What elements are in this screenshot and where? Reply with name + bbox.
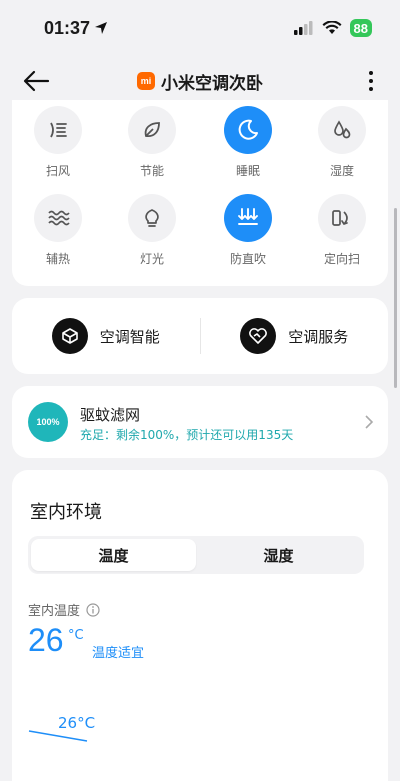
mode-light-button[interactable] — [128, 194, 176, 242]
ac-smart-label: 空调智能 — [99, 327, 160, 346]
services-card: 空调智能 空调服务 — [12, 298, 388, 374]
mode-light-label: 灯光 — [139, 252, 164, 266]
mode-card: 扫风 节能 睡眠 湿度 辅热 灯光 防直吹 定向扫 — [12, 100, 388, 286]
wifi-icon — [322, 21, 342, 34]
directional-swing-icon — [332, 210, 348, 226]
heat-waves-icon — [48, 210, 70, 226]
status-time: 01:37 — [44, 18, 108, 39]
indoor-temp-unit: °C — [68, 628, 84, 643]
indoor-temp-value: 26 — [28, 622, 64, 658]
mode-directional[interactable]: 定向扫 — [302, 194, 382, 267]
heart-handshake-icon — [240, 318, 277, 354]
temp-chart-line — [28, 730, 88, 742]
environment-card: 室内环境 温度 湿度 室内温度 26 °C 温度适宜 26°C — [12, 470, 388, 781]
battery-indicator: 88 — [349, 19, 372, 37]
environment-title: 室内环境 — [30, 502, 102, 523]
mode-humidity[interactable]: 湿度 — [302, 106, 382, 179]
location-arrow-icon — [95, 22, 108, 34]
filter-card[interactable]: 100% 驱蚊滤网 充足：剩余100%，预计还可以用135天 — [12, 386, 388, 458]
more-options-icon[interactable] — [366, 69, 376, 93]
back-arrow-icon[interactable] — [22, 69, 50, 93]
ac-service-label: 空调服务 — [288, 327, 349, 346]
droplets-icon — [334, 120, 351, 139]
battery-level: 88 — [353, 20, 368, 36]
tab-humidity[interactable]: 湿度 — [196, 539, 361, 571]
swing-icon — [50, 122, 67, 138]
mode-sleep-label: 睡眠 — [235, 164, 260, 178]
status-time-text: 01:37 — [44, 17, 91, 38]
status-bar: 01:37 88 — [0, 0, 400, 56]
filter-level-badge: 100% — [28, 402, 68, 442]
filter-status: 充足：剩余100%，预计还可以用135天 — [80, 428, 294, 442]
mode-humidity-label: 湿度 — [329, 164, 354, 178]
mode-eco-label: 节能 — [139, 164, 164, 178]
info-icon[interactable] — [86, 602, 100, 617]
cellular-signal-icon — [293, 21, 313, 35]
scrollbar[interactable] — [394, 208, 397, 388]
tab-temperature[interactable]: 温度 — [31, 539, 196, 571]
ac-service-button[interactable]: 空调服务 — [201, 298, 389, 374]
environment-tabs: 温度 湿度 — [28, 536, 364, 574]
mode-anti-direct-label: 防直吹 — [229, 252, 266, 266]
moon-icon — [238, 119, 258, 140]
mode-aux-heat-label: 辅热 — [45, 252, 70, 266]
temp-comfort-status: 温度适宜 — [92, 646, 145, 661]
mode-humidity-button[interactable] — [318, 106, 366, 154]
mode-sleep-button[interactable] — [224, 106, 272, 154]
mode-swing[interactable]: 扫风 — [18, 106, 98, 179]
chevron-right-icon[interactable] — [364, 415, 374, 429]
mode-eco[interactable]: 节能 — [112, 106, 192, 179]
mode-anti-direct[interactable]: 防直吹 — [208, 194, 288, 267]
page-title: 小米空调次卧 — [161, 73, 263, 94]
mode-eco-button[interactable] — [128, 106, 176, 154]
mode-anti-direct-button[interactable] — [224, 194, 272, 242]
mode-sleep[interactable]: 睡眠 — [208, 106, 288, 179]
mode-aux-heat-button[interactable] — [34, 194, 82, 242]
ac-smart-button[interactable]: 空调智能 — [12, 298, 200, 374]
mode-directional-label: 定向扫 — [323, 252, 360, 266]
mode-light[interactable]: 灯光 — [112, 194, 192, 267]
mode-aux-heat[interactable]: 辅热 — [18, 194, 98, 267]
mode-swing-label: 扫风 — [45, 164, 70, 178]
anti-direct-blow-icon — [238, 208, 258, 225]
status-indicators: 88 — [293, 19, 372, 37]
indoor-temp-label: 室内温度 — [28, 604, 81, 619]
filter-name: 驱蚊滤网 — [80, 406, 141, 424]
bulb-icon — [145, 209, 159, 227]
page-header: mi 小米空调次卧 — [0, 56, 400, 106]
xiaomi-logo-icon: mi — [137, 72, 155, 90]
cube-icon — [51, 318, 88, 354]
title-group: mi 小米空调次卧 — [137, 69, 263, 94]
mode-directional-button[interactable] — [318, 194, 366, 242]
mode-swing-button[interactable] — [34, 106, 82, 154]
indoor-temp-label-group: 室内温度 — [28, 600, 100, 619]
leaf-icon — [144, 122, 160, 137]
